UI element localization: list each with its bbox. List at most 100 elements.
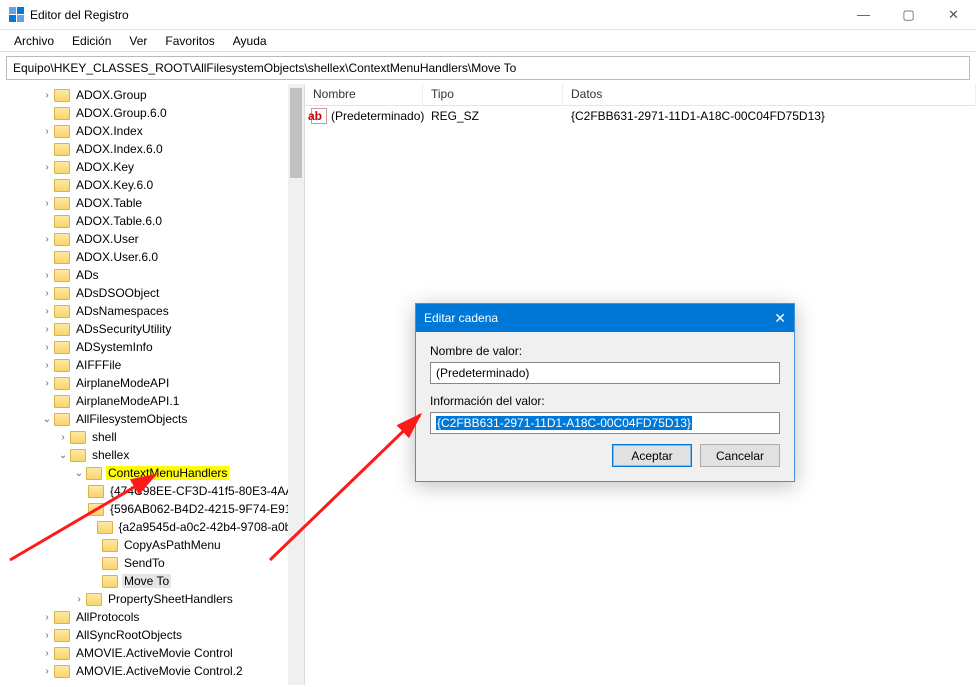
tree-pane[interactable]: ›ADOX.Group ADOX.Group.6.0 ›ADOX.Index ADOX…	[0, 84, 305, 685]
tree-node[interactable]: ›AllProtocols	[0, 608, 304, 626]
tree-node[interactable]: {474C98EE-CF3D-41f5-80E3-4AAE	[0, 482, 304, 500]
chevron-right-icon[interactable]: ›	[40, 126, 54, 137]
tree-node-label: {474C98EE-CF3D-41f5-80E3-4AAE	[108, 484, 303, 498]
chevron-right-icon[interactable]: ›	[40, 306, 54, 317]
folder-icon	[54, 629, 70, 642]
chevron-right-icon[interactable]: ›	[40, 162, 54, 173]
tree-node[interactable]: ›shell	[0, 428, 304, 446]
tree-node[interactable]: ⌄shellex	[0, 446, 304, 464]
tree-node[interactable]: › ADsDSOObject	[0, 284, 304, 302]
tree-node[interactable]: ADOX.Table.6.0	[0, 212, 304, 230]
tree-node[interactable]: Move To	[0, 572, 304, 590]
minimize-button[interactable]: —	[841, 0, 886, 29]
tree-node-label: AMOVIE.ActiveMovie Control	[74, 646, 235, 660]
chevron-right-icon[interactable]: ›	[40, 90, 54, 101]
tree-node-label: AirplaneModeAPI.1	[74, 394, 181, 408]
tree-node-label: ADOX.Key	[74, 160, 136, 174]
tree-node[interactable]: ›ADsNamespaces	[0, 302, 304, 320]
chevron-right-icon[interactable]: ›	[40, 234, 54, 245]
tree-node[interactable]: › AIFFFile	[0, 356, 304, 374]
tree-node[interactable]: › ADs	[0, 266, 304, 284]
chevron-right-icon[interactable]: ›	[40, 198, 54, 209]
tree-node[interactable]: › AMOVIE.ActiveMovie Control	[0, 644, 304, 662]
folder-icon	[54, 125, 70, 138]
tree-node[interactable]: ⌄AllFilesystemObjects	[0, 410, 304, 428]
tree-node-label: AIFFFile	[74, 358, 123, 372]
chevron-right-icon[interactable]: ›	[40, 612, 54, 623]
folder-icon	[86, 467, 102, 480]
maximize-button[interactable]: ▢	[886, 0, 931, 29]
value-name-field[interactable]: (Predeterminado)	[430, 362, 780, 384]
address-bar[interactable]: Equipo\HKEY_CLASSES_ROOT\AllFilesystemOb…	[6, 56, 970, 80]
value-data: {C2FBB631-2971-11D1-A18C-00C04FD75D13}	[571, 109, 833, 123]
chevron-right-icon[interactable]: ›	[40, 288, 54, 299]
chevron-right-icon[interactable]: ›	[40, 666, 54, 677]
tree-node[interactable]: ADOX.Index.6.0	[0, 140, 304, 158]
tree-node-label: PropertySheetHandlers	[106, 592, 235, 606]
tree-node[interactable]: SendTo	[0, 554, 304, 572]
chevron-right-icon[interactable]: ›	[72, 594, 86, 605]
folder-icon	[54, 413, 70, 426]
tree-node[interactable]: ⌄ContextMenuHandlers	[0, 464, 304, 482]
tree-node[interactable]: ADOX.Key.6.0	[0, 176, 304, 194]
menu-edit[interactable]: Edición	[64, 32, 119, 50]
tree-node-label: ADsDSOObject	[74, 286, 161, 300]
folder-icon	[102, 557, 118, 570]
chevron-right-icon[interactable]: ›	[40, 648, 54, 659]
value-data-label: Información del valor:	[430, 394, 780, 408]
chevron-right-icon[interactable]: ›	[40, 342, 54, 353]
folder-icon	[54, 665, 70, 678]
menu-file[interactable]: Archivo	[6, 32, 62, 50]
chevron-right-icon[interactable]: ›	[40, 324, 54, 335]
dialog-titlebar[interactable]: Editar cadena ✕	[416, 304, 794, 332]
list-header: Nombre Tipo Datos	[305, 84, 976, 106]
tree-node[interactable]: {a2a9545d-a0c2-42b4-9708-a0b2	[0, 518, 304, 536]
window-controls: — ▢ ✕	[841, 0, 976, 29]
tree-node[interactable]: ›ADOX.Index	[0, 122, 304, 140]
chevron-down-icon[interactable]: ⌄	[40, 414, 54, 425]
tree-scrollbar[interactable]	[288, 84, 304, 685]
tree-node-label: ADs	[74, 268, 101, 282]
tree-node-label: ADOX.Index.6.0	[74, 142, 165, 156]
tree-node[interactable]: ›ADOX.User	[0, 230, 304, 248]
chevron-right-icon[interactable]: ›	[40, 630, 54, 641]
chevron-down-icon[interactable]: ⌄	[72, 468, 86, 479]
menu-help[interactable]: Ayuda	[225, 32, 275, 50]
tree-node-label: ADOX.Group.6.0	[74, 106, 169, 120]
col-data[interactable]: Datos	[563, 84, 976, 105]
tree-node[interactable]: › ADOX.Key	[0, 158, 304, 176]
list-row[interactable]: ab (Predeterminado) REG_SZ {C2FBB631-297…	[305, 106, 976, 126]
menu-view[interactable]: Ver	[121, 32, 155, 50]
tree-node[interactable]: ›ADOX.Group	[0, 86, 304, 104]
cancel-button[interactable]: Cancelar	[700, 444, 780, 467]
tree-node[interactable]: ›ADSystemInfo	[0, 338, 304, 356]
col-name[interactable]: Nombre	[305, 84, 423, 105]
menu-favorites[interactable]: Favoritos	[157, 32, 222, 50]
value-data-field[interactable]: {C2FBB631-2971-11D1-A18C-00C04FD75D13}	[430, 412, 780, 434]
col-type[interactable]: Tipo	[423, 84, 563, 105]
chevron-right-icon[interactable]: ›	[40, 378, 54, 389]
chevron-down-icon[interactable]: ⌄	[56, 450, 70, 461]
tree-node[interactable]: {596AB062-B4D2-4215-9F74-E910	[0, 500, 304, 518]
close-icon[interactable]: ✕	[774, 310, 786, 327]
chevron-right-icon[interactable]: ›	[40, 360, 54, 371]
close-button[interactable]: ✕	[931, 0, 976, 29]
tree-node[interactable]: ADOX.User.6.0	[0, 248, 304, 266]
folder-icon	[54, 377, 70, 390]
folder-icon	[54, 179, 70, 192]
tree-node[interactable]: ›AirplaneModeAPI	[0, 374, 304, 392]
string-value-icon: ab	[311, 108, 327, 124]
folder-icon	[54, 359, 70, 372]
tree-node[interactable]: ADOX.Group.6.0	[0, 104, 304, 122]
folder-icon	[88, 503, 104, 516]
tree-node[interactable]: CopyAsPathMenu	[0, 536, 304, 554]
tree-node[interactable]: AirplaneModeAPI.1	[0, 392, 304, 410]
chevron-right-icon[interactable]: ›	[40, 270, 54, 281]
tree-node[interactable]: ›AMOVIE.ActiveMovie Control.2	[0, 662, 304, 680]
tree-node[interactable]: ›AllSyncRootObjects	[0, 626, 304, 644]
tree-node[interactable]: ›ADOX.Table	[0, 194, 304, 212]
tree-node[interactable]: › PropertySheetHandlers	[0, 590, 304, 608]
tree-node[interactable]: ›ADsSecurityUtility	[0, 320, 304, 338]
chevron-right-icon[interactable]: ›	[56, 432, 70, 443]
ok-button[interactable]: Aceptar	[612, 444, 692, 467]
